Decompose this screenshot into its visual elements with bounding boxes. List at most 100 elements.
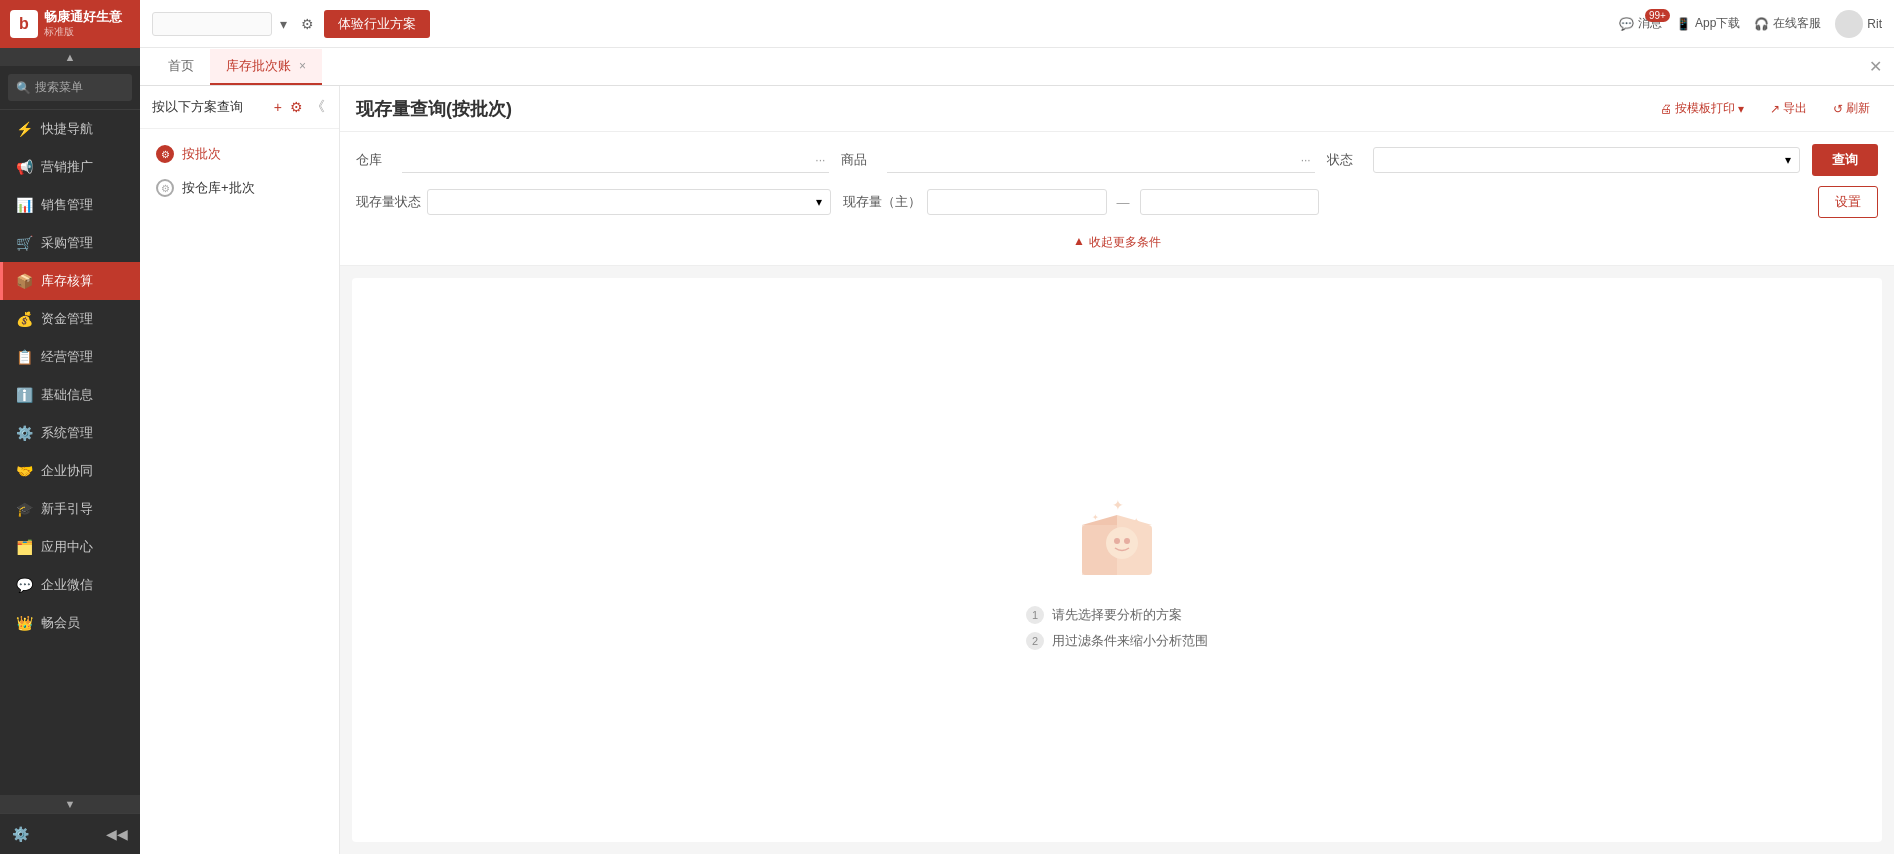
sidebar-item-member[interactable]: 👑 畅会员	[0, 604, 140, 642]
topbar-settings-button[interactable]: ⚙	[297, 12, 318, 36]
tab-close-button[interactable]: ×	[299, 59, 306, 73]
qty-dash: —	[1113, 195, 1134, 210]
svg-text:✦: ✦	[1092, 513, 1099, 522]
export-button[interactable]: ↗ 导出	[1762, 96, 1815, 121]
sidebar-item-label: 畅会员	[41, 614, 80, 632]
settings-icon: ⚙️	[12, 826, 29, 842]
sidebar-item-app-center[interactable]: 🗂️ 应用中心	[0, 528, 140, 566]
sidebar-scroll-down[interactable]: ▼	[0, 795, 140, 813]
sidebar-scroll-up[interactable]: ▲	[0, 48, 140, 66]
sidebar-item-finance[interactable]: 💰 资金管理	[0, 300, 140, 338]
scheme-list: ⚙ 按批次 ⚙ 按仓库+批次	[140, 129, 339, 213]
member-icon: 👑	[15, 614, 33, 632]
filter-row-1: 仓库 ··· 商品 ··· 状态	[356, 144, 1878, 176]
status-select[interactable]: ▾	[1373, 147, 1800, 173]
tab-inventory-batch[interactable]: 库存批次账 ×	[210, 49, 322, 85]
online-service-button[interactable]: 🎧 在线客服	[1754, 15, 1821, 32]
tab-home[interactable]: 首页	[152, 49, 210, 85]
inventory-qty-to[interactable]	[1140, 189, 1319, 215]
sidebar-item-system[interactable]: ⚙️ 系统管理	[0, 414, 140, 452]
add-scheme-button[interactable]: +	[272, 97, 284, 117]
svg-point-7	[1106, 527, 1138, 559]
industry-solution-button[interactable]: 体验行业方案	[324, 10, 430, 38]
sidebar-item-guide[interactable]: 🎓 新手引导	[0, 490, 140, 528]
svg-point-9	[1124, 538, 1130, 544]
topbar-search-input[interactable]	[152, 12, 272, 36]
sidebar-item-sales[interactable]: 📊 销售管理	[0, 186, 140, 224]
inventory-icon: 📦	[15, 272, 33, 290]
inventory-status-select[interactable]: ▾	[427, 189, 831, 215]
settings-button[interactable]: 设置	[1818, 186, 1878, 218]
chevron-down-icon: ▾	[1738, 102, 1744, 116]
sidebar-item-quick-nav[interactable]: ⚡ 快捷导航	[0, 110, 140, 148]
print-button[interactable]: 🖨 按模板打印 ▾	[1652, 96, 1752, 121]
warehouse-filter: 仓库 ···	[356, 148, 829, 173]
close-all-tabs-button[interactable]: ✕	[1869, 57, 1882, 76]
empty-tips: 1 请先选择要分析的方案 2 用过滤条件来缩小分析范围	[1026, 606, 1208, 650]
topbar-search-area: ▾	[152, 12, 291, 36]
marketing-icon: 📢	[15, 158, 33, 176]
warehouse-label: 仓库	[356, 151, 396, 169]
inventory-qty-from[interactable]	[927, 189, 1106, 215]
plus-icon: +	[274, 99, 282, 115]
sidebar-item-marketing[interactable]: 📢 营销推广	[0, 148, 140, 186]
sidebar-item-operations[interactable]: 📋 经营管理	[0, 338, 140, 376]
enterprise-icon: 🤝	[15, 462, 33, 480]
filter-row-2: 现存量状态 ▾ 现存量（主） — 设置	[356, 186, 1878, 218]
main-area: ▾ ⚙ 体验行业方案 💬 消息 99+ 📱 App下载 🎧 在线客服	[140, 0, 1894, 854]
scheme-item-by-warehouse-batch[interactable]: ⚙ 按仓库+批次	[140, 171, 339, 205]
app-download-button[interactable]: 📱 App下载	[1676, 15, 1740, 32]
scheme-settings-button[interactable]: ⚙	[288, 97, 305, 117]
sales-icon: 📊	[15, 196, 33, 214]
topbar-left: ▾ ⚙ 体验行业方案	[152, 10, 1611, 38]
inventory-qty-label: 现存量（主）	[843, 193, 921, 211]
left-panel-header: 按以下方案查询 + ⚙ 《	[140, 86, 339, 129]
sidebar-item-label: 库存核算	[41, 272, 93, 290]
product-input[interactable]: ···	[887, 148, 1314, 173]
status-filter: 状态 ▾	[1327, 147, 1800, 173]
tab-home-label: 首页	[168, 57, 194, 75]
sidebar-item-enterprise[interactable]: 🤝 企业协同	[0, 452, 140, 490]
collapse-filters-button[interactable]: ▲ 收起更多条件	[356, 228, 1878, 253]
basic-info-icon: ℹ️	[15, 386, 33, 404]
warehouse-input[interactable]: ···	[402, 148, 829, 173]
collapse-left-icon: 《	[311, 98, 325, 114]
query-button[interactable]: 查询	[1812, 144, 1878, 176]
chevron-down-icon: ▾	[816, 195, 822, 209]
settings-button[interactable]: ⚙️	[8, 822, 33, 846]
app-logo: b	[10, 10, 38, 38]
scheme-item-by-batch[interactable]: ⚙ 按批次	[140, 137, 339, 171]
sidebar-item-label: 新手引导	[41, 500, 93, 518]
sidebar-item-inventory[interactable]: 📦 库存核算	[0, 262, 140, 300]
sidebar-search-area: 🔍 搜索菜单	[0, 66, 140, 110]
inventory-qty-filter: 现存量（主） —	[843, 189, 1318, 215]
scheme-label-by-warehouse-batch: 按仓库+批次	[182, 179, 255, 197]
empty-state: ✦ ✦ ✦ 1 请先选择要分析的方案	[352, 278, 1882, 842]
refresh-button[interactable]: ↺ 刷新	[1825, 96, 1878, 121]
filter-section: 仓库 ··· 商品 ··· 状态	[340, 132, 1894, 266]
sidebar-item-wechat[interactable]: 💬 企业微信	[0, 566, 140, 604]
avatar	[1835, 10, 1863, 38]
left-panel: 按以下方案查询 + ⚙ 《 ⚙	[140, 86, 340, 854]
svg-text:✦: ✦	[1112, 497, 1124, 513]
chevron-up-icon: ▲	[1073, 234, 1085, 251]
sidebar-item-label: 企业协同	[41, 462, 93, 480]
gear-icon: ⚙	[301, 16, 314, 32]
tip-num-2: 2	[1026, 632, 1044, 650]
collapse-left-panel-button[interactable]: 《	[309, 96, 327, 118]
svg-text:✦: ✦	[1132, 516, 1140, 527]
sidebar-item-label: 营销推广	[41, 158, 93, 176]
search-menu-button[interactable]: 🔍 搜索菜单	[8, 74, 132, 101]
sidebar-item-label: 销售管理	[41, 196, 93, 214]
content-area: 按以下方案查询 + ⚙ 《 ⚙	[140, 86, 1894, 854]
user-profile[interactable]: Rit	[1835, 10, 1882, 38]
topbar-dropdown-button[interactable]: ▾	[276, 12, 291, 36]
collapse-sidebar-button[interactable]: ◀◀	[102, 822, 132, 846]
page-title: 现存量查询(按批次)	[356, 97, 512, 121]
message-button[interactable]: 💬 消息 99+	[1619, 15, 1662, 32]
app-center-icon: 🗂️	[15, 538, 33, 556]
sidebar-item-purchase[interactable]: 🛒 采购管理	[0, 224, 140, 262]
sidebar-item-basic-info[interactable]: ℹ️ 基础信息	[0, 376, 140, 414]
left-panel-actions: + ⚙ 《	[272, 96, 327, 118]
chevron-down-icon: ▾	[1785, 153, 1791, 167]
